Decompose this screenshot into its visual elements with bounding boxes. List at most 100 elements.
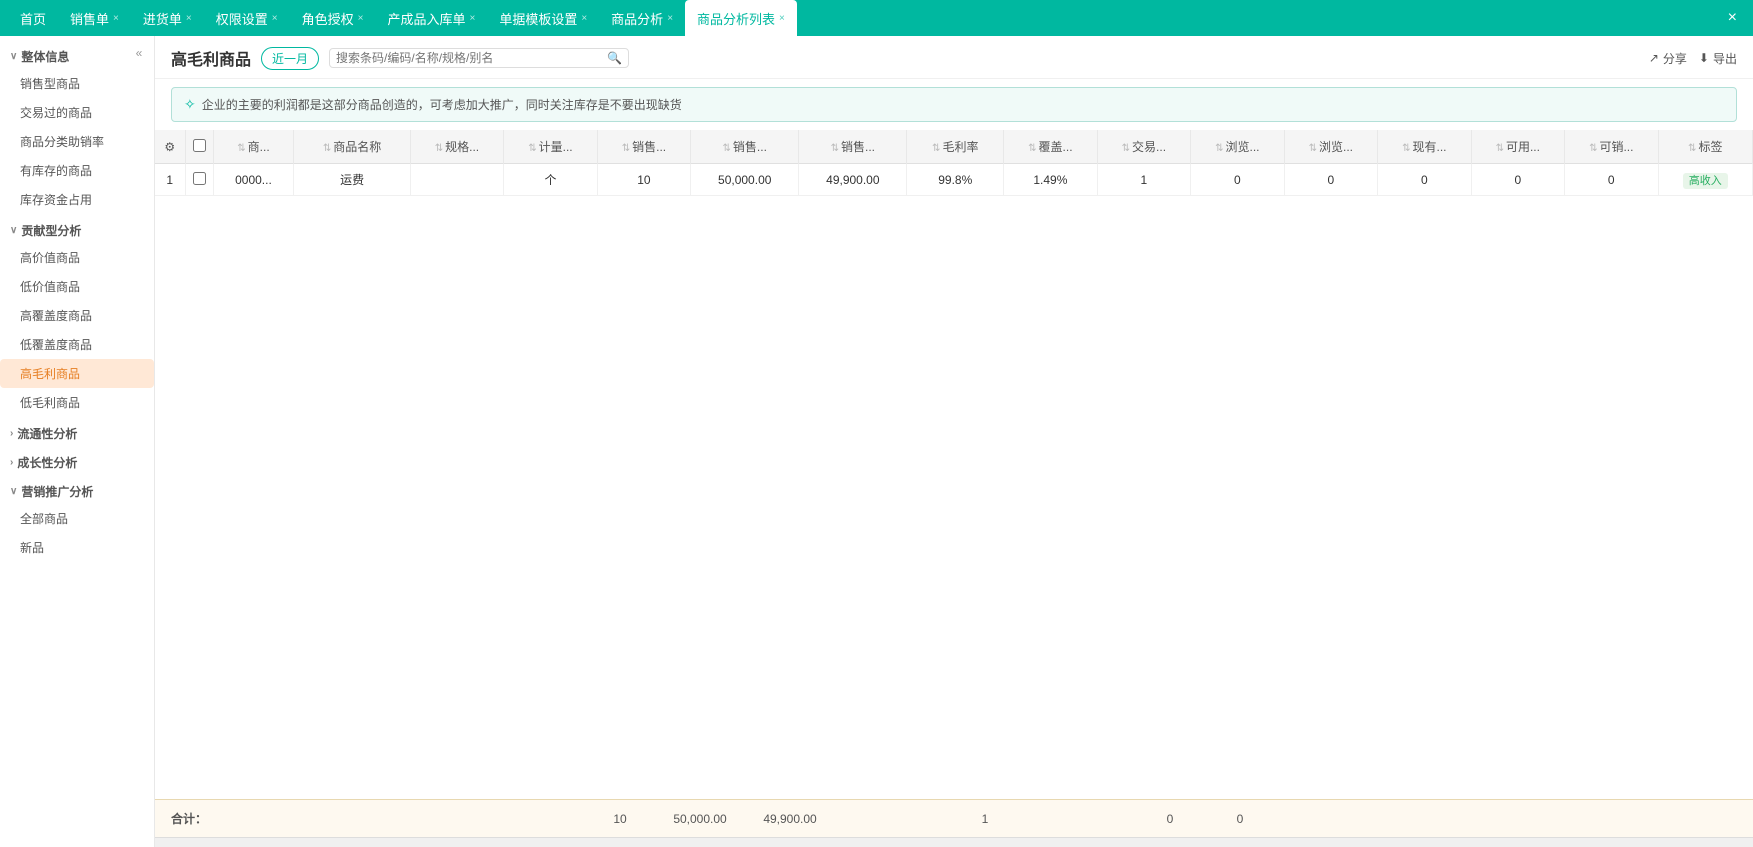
sort-icon[interactable]: ⇅ [1688, 143, 1696, 154]
sidebar-group: ›流通性分析 [0, 417, 154, 446]
sort-icon[interactable]: ⇅ [1402, 143, 1410, 154]
cell-gross_margin: 99.8% [907, 164, 1004, 196]
search-input[interactable] [336, 51, 603, 65]
footer-label: 合计： [171, 810, 207, 827]
nav-tab-角色授权[interactable]: 角色授权× [290, 0, 376, 36]
group-arrow-icon: ∨ [10, 225, 17, 236]
export-icon: ⬇ [1699, 51, 1709, 65]
sidebar-item-低覆盖度商品[interactable]: 低覆盖度商品 [0, 330, 154, 359]
sidebar-group: ∨整体信息销售型商品交易过的商品商品分类助销率有库存的商品库存资金占用 [0, 40, 154, 214]
sort-icon[interactable]: ⇅ [1028, 143, 1036, 154]
sidebar-item-高价值商品[interactable]: 高价值商品 [0, 243, 154, 272]
table-row: 10000...运费个1050,000.0049,900.0099.8%1.49… [155, 164, 1753, 196]
sidebar-collapse-button[interactable]: « [130, 44, 148, 62]
tab-close-icon[interactable]: × [667, 13, 673, 24]
nav-tab-商品分析[interactable]: 商品分析× [599, 0, 685, 36]
sidebar-item-新品[interactable]: 新品 [0, 533, 154, 562]
sort-icon[interactable]: ⇅ [1215, 143, 1223, 154]
th-sales_profit: ⇅销售... [799, 130, 907, 164]
export-button[interactable]: ⬇ 导出 [1699, 50, 1737, 67]
sidebar-group: ∨营销推广分析全部商品新品 [0, 475, 154, 562]
tab-close-icon[interactable]: × [186, 13, 192, 24]
sort-icon[interactable]: ⇅ [435, 143, 443, 154]
th-current_stock: ⇅现有... [1378, 130, 1471, 164]
info-banner: ✧ 企业的主要的利润都是这部分商品创造的，可考虑加大推广，同时关注库存是不要出现… [171, 87, 1737, 122]
nav-tab-商品分析列表[interactable]: 商品分析列表× [685, 0, 797, 36]
th-index: ⚙ [155, 130, 185, 164]
nav-tab-产成品入库单[interactable]: 产成品入库单× [375, 0, 487, 36]
group-arrow-icon: › [10, 428, 13, 439]
th-available_stock: ⇅可用... [1471, 130, 1564, 164]
select-all-checkbox[interactable] [193, 139, 206, 152]
sidebar-item-商品分类助销率[interactable]: 商品分类助销率 [0, 127, 154, 156]
cell-coverage: 1.49% [1004, 164, 1097, 196]
sort-icon[interactable]: ⇅ [1309, 143, 1317, 154]
sidebar-item-高覆盖度商品[interactable]: 高覆盖度商品 [0, 301, 154, 330]
sidebar-group-title[interactable]: ∨贡献型分析 [0, 214, 154, 243]
sidebar-item-库存资金占用[interactable]: 库存资金占用 [0, 185, 154, 214]
footer-cell-current_stock: 0 [1135, 812, 1205, 826]
tab-close-icon[interactable]: × [779, 13, 785, 24]
sidebar-item-有库存的商品[interactable]: 有库存的商品 [0, 156, 154, 185]
sidebar-group-title[interactable]: ›成长性分析 [0, 446, 154, 475]
sidebar-item-销售型商品[interactable]: 销售型商品 [0, 69, 154, 98]
tab-close-icon[interactable]: × [272, 13, 278, 24]
cell-transactions: 1 [1097, 164, 1190, 196]
search-icon[interactable]: 🔍 [607, 51, 622, 65]
sidebar-item-全部商品[interactable]: 全部商品 [0, 504, 154, 533]
cell-unit: 个 [504, 164, 597, 196]
info-icon: ✧ [184, 96, 196, 113]
sort-icon[interactable]: ⇅ [1589, 143, 1597, 154]
footer-cell-sales_amount: 50,000.00 [655, 812, 745, 826]
share-button[interactable]: ↗ 分享 [1649, 50, 1687, 67]
footer-cell-available_stock: 0 [1205, 812, 1275, 826]
sort-icon[interactable]: ⇅ [323, 143, 331, 154]
bottom-scrollbar[interactable] [155, 837, 1753, 847]
filter-button[interactable]: 近一月 [261, 47, 319, 70]
tab-close-icon[interactable]: × [469, 13, 475, 24]
cell-sales_amount: 50,000.00 [691, 164, 799, 196]
th-code: ⇅商... [213, 130, 294, 164]
sidebar-item-交易过的商品[interactable]: 交易过的商品 [0, 98, 154, 127]
nav-tab-权限设置[interactable]: 权限设置× [204, 0, 290, 36]
sort-icon[interactable]: ⇅ [237, 143, 245, 154]
th-transactions: ⇅交易... [1097, 130, 1190, 164]
th-coverage: ⇅覆盖... [1004, 130, 1097, 164]
sidebar-group-title[interactable]: ∨营销推广分析 [0, 475, 154, 504]
footer-cell-empty6 [525, 812, 585, 826]
footer-cell-sales_profit: 49,900.00 [745, 812, 835, 826]
cell-tag: 高收入 [1658, 164, 1752, 196]
browse-link[interactable]: 0 [1234, 173, 1241, 187]
cell-code: 0000... [213, 164, 294, 196]
sort-icon[interactable]: ⇅ [622, 143, 630, 154]
window-close-button[interactable]: × [1720, 9, 1745, 27]
sort-icon[interactable]: ⇅ [831, 143, 839, 154]
sort-icon[interactable]: ⇅ [932, 143, 940, 154]
th-sales_count: ⇅销售... [597, 130, 690, 164]
th-saleable_stock: ⇅可销... [1565, 130, 1658, 164]
sidebar-group: ›成长性分析 [0, 446, 154, 475]
sidebar-item-高毛利商品[interactable]: 高毛利商品 [0, 359, 154, 388]
cell-browse1[interactable]: 0 [1191, 164, 1284, 196]
cell-spec [410, 164, 503, 196]
nav-tab-销售单[interactable]: 销售单× [58, 0, 131, 36]
row-checkbox[interactable] [193, 172, 206, 185]
header-actions: ↗ 分享 ⬇ 导出 [1649, 50, 1737, 67]
cell-index: 1 [155, 164, 185, 196]
sidebar-group: ∨贡献型分析高价值商品低价值商品高覆盖度商品低覆盖度商品高毛利商品低毛利商品 [0, 214, 154, 417]
sort-icon[interactable]: ⇅ [528, 143, 536, 154]
sidebar-group-title[interactable]: ›流通性分析 [0, 417, 154, 446]
sort-icon[interactable]: ⇅ [1496, 143, 1504, 154]
nav-tab-单据模板设置[interactable]: 单据模板设置× [487, 0, 599, 36]
sort-icon[interactable]: ⇅ [723, 143, 731, 154]
gear-icon[interactable]: ⚙ [164, 140, 175, 154]
sidebar-item-低价值商品[interactable]: 低价值商品 [0, 272, 154, 301]
tab-close-icon[interactable]: × [113, 13, 119, 24]
sort-icon[interactable]: ⇅ [1122, 143, 1130, 154]
tab-close-icon[interactable]: × [581, 13, 587, 24]
sidebar-item-低毛利商品[interactable]: 低毛利商品 [0, 388, 154, 417]
nav-tab-进货单[interactable]: 进货单× [131, 0, 204, 36]
nav-tab-首页[interactable]: 首页 [8, 0, 58, 36]
tag-badge: 高收入 [1683, 173, 1728, 189]
tab-close-icon[interactable]: × [358, 13, 364, 24]
